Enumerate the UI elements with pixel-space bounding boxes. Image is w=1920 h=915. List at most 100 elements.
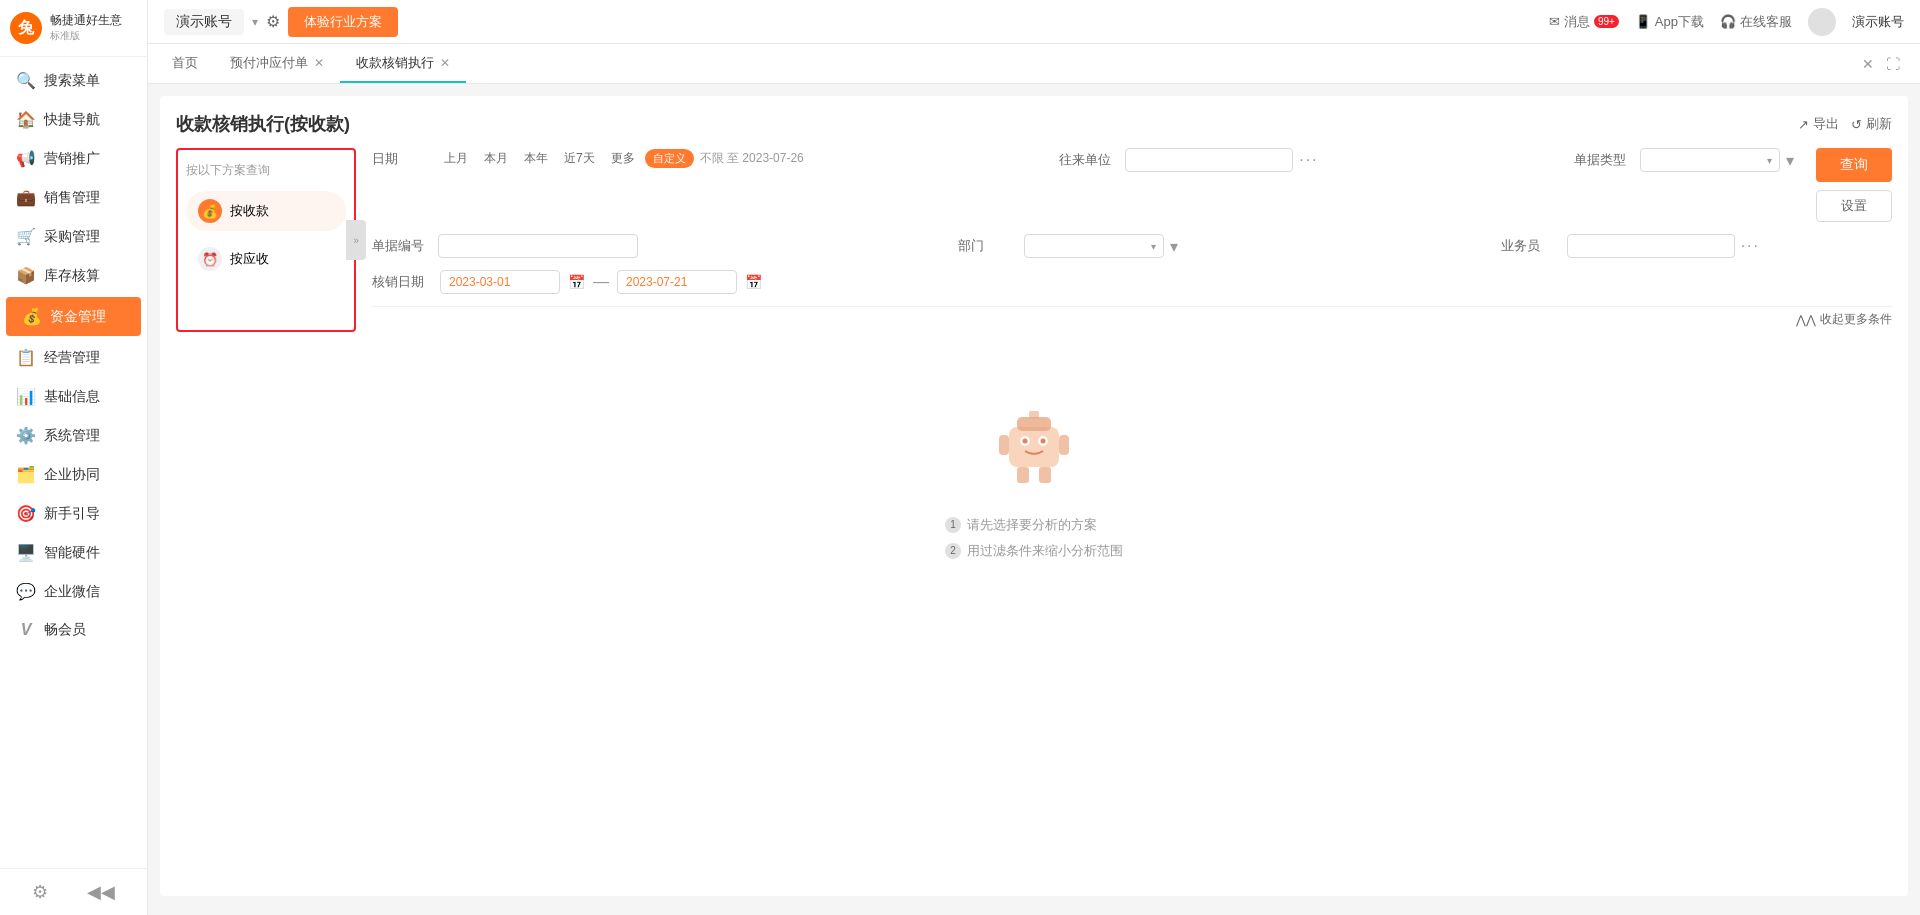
collapse-sidebar-icon[interactable]: ◀◀ xyxy=(87,881,115,903)
sidebar-item-wechat[interactable]: 💬 企业微信 xyxy=(0,572,147,611)
counterpart-more-icon[interactable]: ··· xyxy=(1299,151,1318,169)
voucher-type-filter: 单据类型 ▾ xyxy=(1574,148,1796,172)
dept-select[interactable] xyxy=(1024,234,1164,258)
user-name[interactable]: 演示账号 xyxy=(1852,13,1904,31)
company-dropdown-icon[interactable]: ▾ xyxy=(252,15,258,29)
message-badge: 99+ xyxy=(1594,15,1619,28)
tab-prepay-close[interactable]: ✕ xyxy=(314,56,324,70)
sidebar-item-purchase[interactable]: 🛒 采购管理 xyxy=(0,217,147,256)
voucher-type-dropdown-icon[interactable]: ▾ xyxy=(1786,151,1796,170)
user-avatar[interactable] xyxy=(1808,8,1836,36)
app-badge: 标准版 xyxy=(50,29,122,43)
tab-writeoff[interactable]: 收款核销执行 ✕ xyxy=(340,44,466,83)
tab-writeoff-close[interactable]: ✕ xyxy=(440,56,450,70)
sidebar-item-finance[interactable]: 💰 资金管理 xyxy=(6,297,141,336)
company-name[interactable]: 演示账号 xyxy=(164,9,244,35)
date-nolimit-text: 不限 至 2023-07-26 xyxy=(700,150,804,167)
date-link-lastmonth[interactable]: 上月 xyxy=(438,148,474,169)
online-service-action[interactable]: 🎧 在线客服 xyxy=(1720,13,1792,31)
tab-controls: ✕ ⛶ xyxy=(1850,44,1912,83)
sidebar-item-search[interactable]: 🔍 搜索菜单 xyxy=(0,61,147,100)
home-icon: 🏠 xyxy=(16,110,36,129)
tip-num-2: 2 xyxy=(945,543,961,559)
sidebar-item-sales[interactable]: 💼 销售管理 xyxy=(0,178,147,217)
writeoff-end-input[interactable] xyxy=(617,270,737,294)
writeoff-end-calendar-icon[interactable]: 📅 xyxy=(745,274,762,290)
search-icon: 🔍 xyxy=(16,71,36,90)
sidebar-item-collab[interactable]: 🗂️ 企业协同 xyxy=(0,455,147,494)
empty-illustration xyxy=(974,392,1094,492)
tab-expand-icon[interactable]: ⛶ xyxy=(1882,52,1904,76)
sidebar-item-operation[interactable]: 📋 经营管理 xyxy=(0,338,147,377)
collapse-sidebar-btn[interactable]: » xyxy=(346,220,366,260)
dept-dropdown-icon[interactable]: ▾ xyxy=(1170,237,1180,256)
sidebar-item-guide[interactable]: 🎯 新手引导 xyxy=(0,494,147,533)
sidebar-item-label: 营销推广 xyxy=(44,150,100,168)
staff-filter: 业务员 ··· xyxy=(1501,234,1760,258)
query-btn[interactable]: 查询 xyxy=(1816,148,1892,182)
sidebar-item-quick[interactable]: 🏠 快捷导航 xyxy=(0,100,147,139)
filter-layout: 按以下方案查询 💰 按收款 ⏰ 按应收 » xyxy=(176,148,1892,332)
refresh-btn[interactable]: ↺ 刷新 xyxy=(1851,115,1892,133)
receivable-icon: ⏰ xyxy=(198,247,222,271)
empty-state: 1 请先选择要分析的方案 2 用过滤条件来缩小分析范围 xyxy=(176,332,1892,624)
counterpart-filter: 往来单位 ··· xyxy=(1059,148,1318,172)
date-link-7days[interactable]: 近7天 xyxy=(558,148,601,169)
tip-num-1: 1 xyxy=(945,517,961,533)
sidebar-item-label: 智能硬件 xyxy=(44,544,100,562)
sidebar-item-label: 新手引导 xyxy=(44,505,100,523)
svg-rect-2 xyxy=(1029,411,1039,419)
app-download-icon: 📱 xyxy=(1635,14,1651,29)
collapse-more-btn[interactable]: ⋀⋀ 收起更多条件 xyxy=(372,306,1892,332)
tip-row-2: 2 用过滤条件来缩小分析范围 xyxy=(945,538,1123,564)
tab-close-all-icon[interactable]: ✕ xyxy=(1858,52,1878,76)
tab-home[interactable]: 首页 xyxy=(156,44,214,83)
sidebar-item-basic[interactable]: 📊 基础信息 xyxy=(0,377,147,416)
sidebar-item-label: 企业微信 xyxy=(44,583,100,601)
tab-home-label: 首页 xyxy=(172,54,198,72)
settings-btn[interactable]: 设置 xyxy=(1816,190,1892,222)
header-right: ✉ 消息 99+ 📱 App下载 🎧 在线客服 演示账号 xyxy=(1549,8,1904,36)
filter-option-by-receipt[interactable]: 💰 按收款 xyxy=(186,191,346,231)
sidebar-item-system[interactable]: ⚙️ 系统管理 xyxy=(0,416,147,455)
date-custom-badge[interactable]: 自定义 xyxy=(645,149,694,168)
tip-text-1: 请先选择要分析的方案 xyxy=(967,512,1097,538)
voucher-no-input[interactable] xyxy=(438,234,638,258)
staff-input[interactable] xyxy=(1567,234,1735,258)
date-link-thismonth[interactable]: 本月 xyxy=(478,148,514,169)
sidebar-item-inventory[interactable]: 📦 库存核算 xyxy=(0,256,147,295)
staff-more-icon[interactable]: ··· xyxy=(1741,237,1760,255)
operation-icon: 📋 xyxy=(16,348,36,367)
page-content: 收款核销执行(按收款) ↗ 导出 ↺ 刷新 按以下方案查询 xyxy=(148,84,1920,915)
message-action[interactable]: ✉ 消息 99+ xyxy=(1549,13,1619,31)
dept-filter: 部门 ▾ xyxy=(958,234,1180,258)
filter-content: 日期 上月 本月 本年 近7天 更多 自定义 不限 至 2023-07-26 xyxy=(372,148,1892,332)
sidebar-item-member[interactable]: V 畅会员 xyxy=(0,611,147,649)
sidebar-item-label: 搜索菜单 xyxy=(44,72,100,90)
receipt-icon: 💰 xyxy=(198,199,222,223)
collab-icon: 🗂️ xyxy=(16,465,36,484)
filter-option-by-receivable[interactable]: ⏰ 按应收 xyxy=(186,239,346,279)
voucher-type-select[interactable] xyxy=(1640,148,1780,172)
writeoff-start-input[interactable] xyxy=(440,270,560,294)
member-icon: V xyxy=(16,621,36,639)
sidebar-item-marketing[interactable]: 📢 营销推广 xyxy=(0,139,147,178)
sidebar-item-label: 企业协同 xyxy=(44,466,100,484)
tab-prepay[interactable]: 预付冲应付单 ✕ xyxy=(214,44,340,83)
app-download-action[interactable]: 📱 App下载 xyxy=(1635,13,1704,31)
svg-rect-1 xyxy=(1017,417,1051,431)
counterpart-input[interactable] xyxy=(1125,148,1293,172)
dept-select-wrap xyxy=(1024,234,1164,258)
date-nolimit: 不限 至 2023-07-26 xyxy=(700,150,804,167)
sidebar-item-hardware[interactable]: 🖥️ 智能硬件 xyxy=(0,533,147,572)
finance-icon: 💰 xyxy=(22,307,42,326)
date-link-more[interactable]: 更多 xyxy=(605,148,641,169)
sidebar-item-label: 系统管理 xyxy=(44,427,100,445)
date-link-thisyear[interactable]: 本年 xyxy=(518,148,554,169)
writeoff-start-calendar-icon[interactable]: 📅 xyxy=(568,274,585,290)
message-icon: ✉ xyxy=(1549,14,1560,29)
export-btn[interactable]: ↗ 导出 xyxy=(1798,115,1839,133)
header-gear-icon[interactable]: ⚙ xyxy=(266,12,280,31)
industry-btn[interactable]: 体验行业方案 xyxy=(288,7,398,37)
settings-bottom-icon[interactable]: ⚙ xyxy=(32,881,48,903)
